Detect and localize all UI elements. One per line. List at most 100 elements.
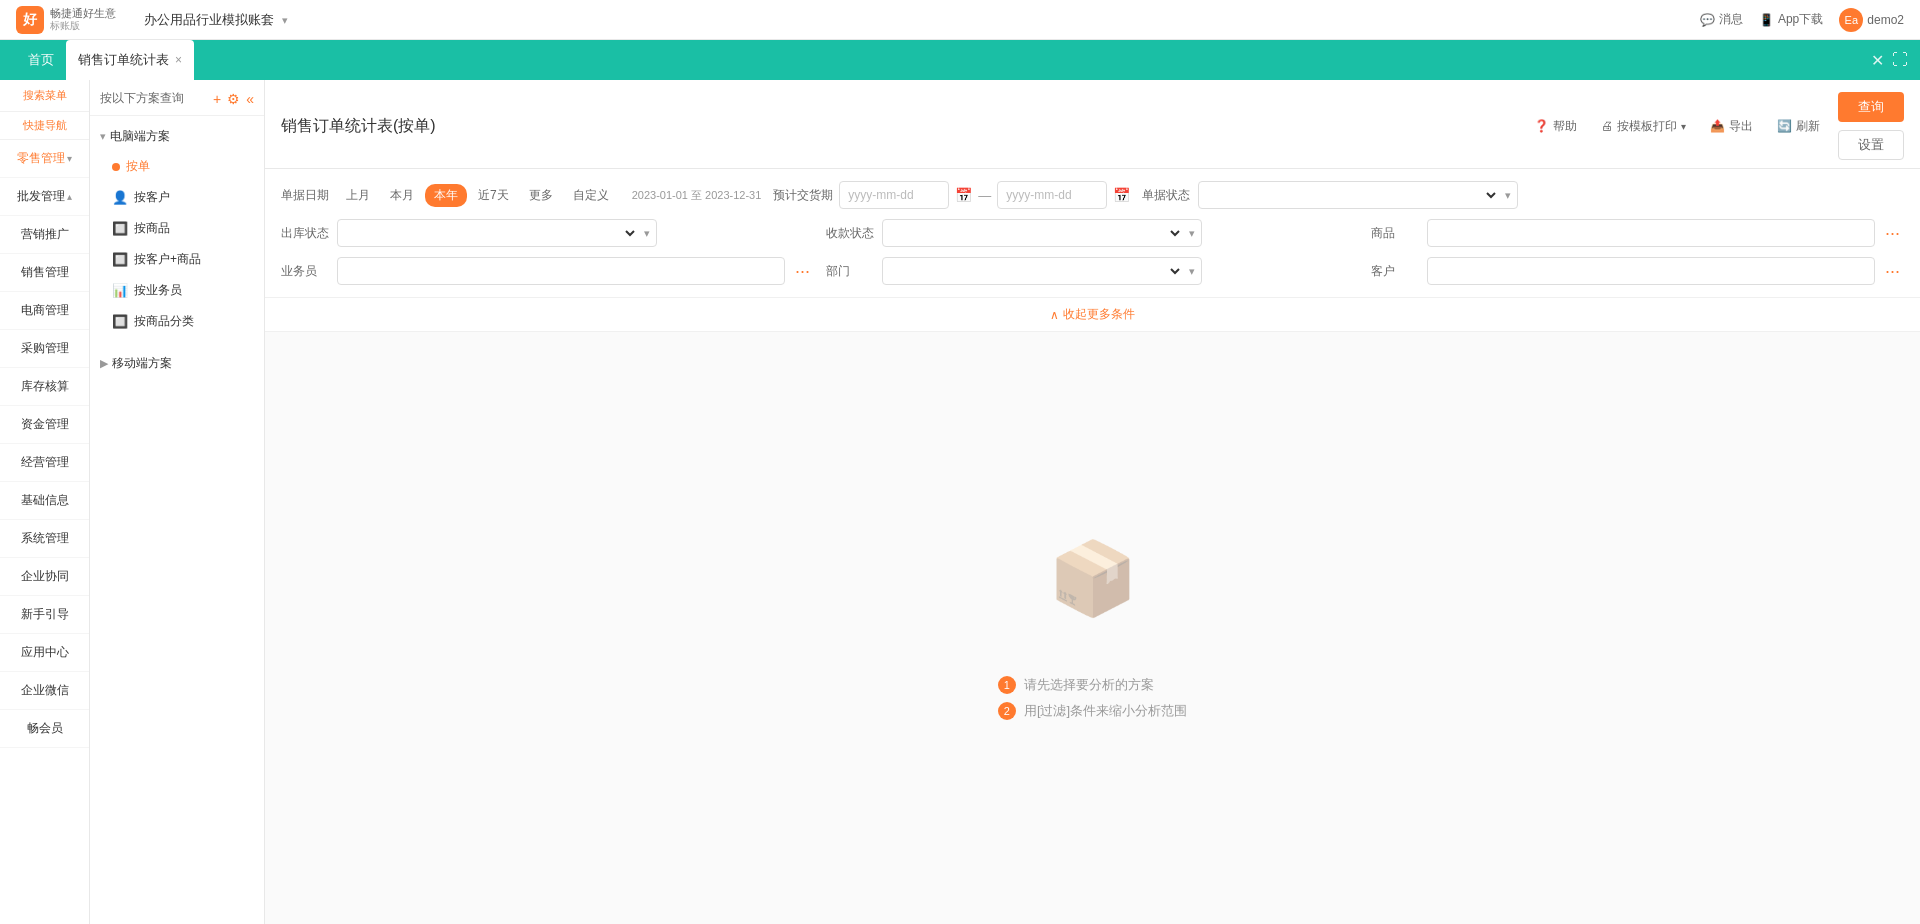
user-menu[interactable]: Ea demo2	[1839, 8, 1904, 32]
logo-area: 好 畅捷通好生意 标账版	[16, 6, 116, 34]
sidebar-item-retail[interactable]: 零售管理 ▾	[0, 140, 89, 178]
calendar-end-icon[interactable]: 📅	[1113, 187, 1130, 203]
payment-status-label: 收款状态	[826, 225, 876, 242]
sidebar-item-finance[interactable]: 资金管理	[0, 406, 89, 444]
sidebar-item-basic[interactable]: 基础信息	[0, 482, 89, 520]
tab-bar: 首页 销售订单统计表 × ✕ ⛶	[0, 40, 1920, 80]
collapse-bar[interactable]: ∧ 收起更多条件	[265, 298, 1920, 332]
customer-more-button[interactable]: ···	[1881, 261, 1904, 282]
sidebar-item-system[interactable]: 系统管理	[0, 520, 89, 558]
expected-date-input-group: 📅 — 📅	[839, 181, 1130, 209]
bill-status-dropdown[interactable]	[1199, 187, 1499, 203]
ship-status-dropdown[interactable]	[338, 225, 638, 241]
query-button[interactable]: 查询	[1838, 92, 1904, 122]
window-maximize-icon[interactable]: ⛶	[1892, 51, 1908, 69]
window-close-icon[interactable]: ✕	[1871, 51, 1884, 70]
refresh-button[interactable]: 🔄 刷新	[1771, 114, 1826, 139]
query-settings-group: 查询 设置	[1838, 92, 1904, 160]
page-actions: ❓ 帮助 🖨 按模板打印 ▾ 📤 导出 🔄 刷新	[1528, 92, 1904, 160]
tab-home[interactable]: 首页	[16, 40, 66, 80]
bill-status-arrow-icon: ▾	[1499, 189, 1517, 202]
sidebar-item-inventory[interactable]: 库存核算	[0, 368, 89, 406]
sidebar-item-newbie[interactable]: 新手引导	[0, 596, 89, 634]
active-indicator	[112, 163, 120, 171]
expected-date-start[interactable]	[839, 181, 949, 209]
expected-date-end[interactable]	[997, 181, 1107, 209]
sidebar-item-enterprise[interactable]: 企业协同	[0, 558, 89, 596]
message-button[interactable]: 💬 消息	[1700, 11, 1743, 28]
dept-select[interactable]: ▾	[882, 257, 1202, 285]
export-button[interactable]: 📤 导出	[1704, 114, 1759, 139]
settings-scheme-button[interactable]: ⚙	[227, 91, 240, 107]
refresh-icon: 🔄	[1777, 119, 1792, 133]
filter-row-1: 单据日期 上月 本月 本年 近7天 更多 自定义 2023-01-01 至 20…	[281, 181, 1904, 209]
customer-label: 客户	[1371, 263, 1421, 280]
empty-tip-1: 1 请先选择要分析的方案	[998, 676, 1187, 694]
method-by-customer[interactable]: 👤 按客户	[90, 182, 264, 213]
sidebar-item-marketing[interactable]: 营销推广	[0, 216, 89, 254]
more-date-btn[interactable]: 更多	[520, 184, 562, 207]
method-by-order[interactable]: 按单	[90, 151, 264, 182]
sidebar-item-management[interactable]: 经营管理	[0, 444, 89, 482]
sidebar-item-wechat[interactable]: 企业微信	[0, 672, 89, 710]
sidebar-item-purchase[interactable]: 采购管理	[0, 330, 89, 368]
sidebar-item-ecommerce[interactable]: 电商管理	[0, 292, 89, 330]
customer-group: 客户 ···	[1371, 257, 1904, 285]
curr-year-btn[interactable]: 本年	[425, 184, 467, 207]
sidebar-search[interactable]: 搜索菜单	[0, 80, 89, 112]
pc-scheme-header[interactable]: ▾ 电脑端方案	[90, 122, 264, 151]
left-panel-header: 按以下方案查询 + ⚙ «	[90, 80, 264, 116]
filter-row-2: 出库状态 ▾ 收款状态	[281, 219, 1904, 247]
tip-num-2: 2	[998, 702, 1016, 720]
collapse-panel-button[interactable]: «	[246, 91, 254, 107]
method-by-goods[interactable]: 🔲 按商品	[90, 213, 264, 244]
payment-status-arrow-icon: ▾	[1183, 227, 1201, 240]
dept-arrow-icon: ▾	[1183, 265, 1201, 278]
goods-more-button[interactable]: ···	[1881, 223, 1904, 244]
ship-status-select[interactable]: ▾	[337, 219, 657, 247]
print-button[interactable]: 🖨 按模板打印 ▾	[1595, 114, 1692, 139]
logo-text: 畅捷通好生意 标账版	[50, 7, 116, 32]
customer-input[interactable]	[1427, 257, 1875, 285]
expected-date-group: 预计交货期 📅 — 📅	[773, 181, 1130, 209]
7days-btn[interactable]: 近7天	[469, 184, 518, 207]
sidebar: 搜索菜单 快捷导航 零售管理 ▾ 批发管理 ▴ 营销推广 销售管理 电商管理 采…	[0, 80, 90, 924]
custom-date-btn[interactable]: 自定义	[564, 184, 618, 207]
content-area: 按以下方案查询 + ⚙ « ▾ 电脑端方案 按单 👤 按客	[90, 80, 1920, 924]
salesperson-more-button[interactable]: ···	[791, 261, 814, 282]
prev-month-btn[interactable]: 上月	[337, 184, 379, 207]
sidebar-nav[interactable]: 快捷导航	[0, 112, 89, 140]
section-arrow-icon: ▾	[100, 130, 106, 143]
bill-status-select[interactable]: ▾	[1198, 181, 1518, 209]
settings-button[interactable]: 设置	[1838, 130, 1904, 160]
help-button[interactable]: ❓ 帮助	[1528, 114, 1583, 139]
date-label: 单据日期	[281, 187, 331, 204]
add-scheme-button[interactable]: +	[213, 91, 221, 107]
sidebar-item-member[interactable]: 畅会员	[0, 710, 89, 748]
salesperson-input[interactable]	[337, 257, 785, 285]
mobile-scheme-header[interactable]: ▶ 移动端方案	[90, 349, 264, 378]
calendar-start-icon[interactable]: 📅	[955, 187, 972, 203]
app-download-button[interactable]: 📱 App下载	[1759, 11, 1823, 28]
method-by-customer-goods[interactable]: 🔲 按客户+商品	[90, 244, 264, 275]
app-title[interactable]: 办公用品行业模拟账套 ▾	[144, 11, 288, 29]
tab-sales-order[interactable]: 销售订单统计表 ×	[66, 40, 194, 80]
mobile-scheme-section: ▶ 移动端方案	[90, 343, 264, 384]
mobile-icon: 📱	[1759, 13, 1774, 27]
sidebar-item-sales[interactable]: 销售管理	[0, 254, 89, 292]
sidebar-item-app-center[interactable]: 应用中心	[0, 634, 89, 672]
payment-status-dropdown[interactable]	[883, 225, 1183, 241]
dept-group: 部门 ▾	[826, 257, 1359, 285]
dept-dropdown[interactable]	[883, 263, 1183, 279]
tab-close-icon[interactable]: ×	[175, 53, 182, 67]
curr-month-btn[interactable]: 本月	[381, 184, 423, 207]
left-panel-actions: + ⚙ «	[213, 91, 254, 107]
ship-status-label: 出库状态	[281, 225, 331, 242]
goods-icon: 🔲	[112, 221, 128, 236]
page-title: 销售订单统计表(按单)	[281, 116, 436, 137]
sidebar-item-wholesale[interactable]: 批发管理 ▴	[0, 178, 89, 216]
goods-input[interactable]	[1427, 219, 1875, 247]
method-by-salesperson[interactable]: 📊 按业务员	[90, 275, 264, 306]
payment-status-select[interactable]: ▾	[882, 219, 1202, 247]
method-by-goods-category[interactable]: 🔲 按商品分类	[90, 306, 264, 337]
